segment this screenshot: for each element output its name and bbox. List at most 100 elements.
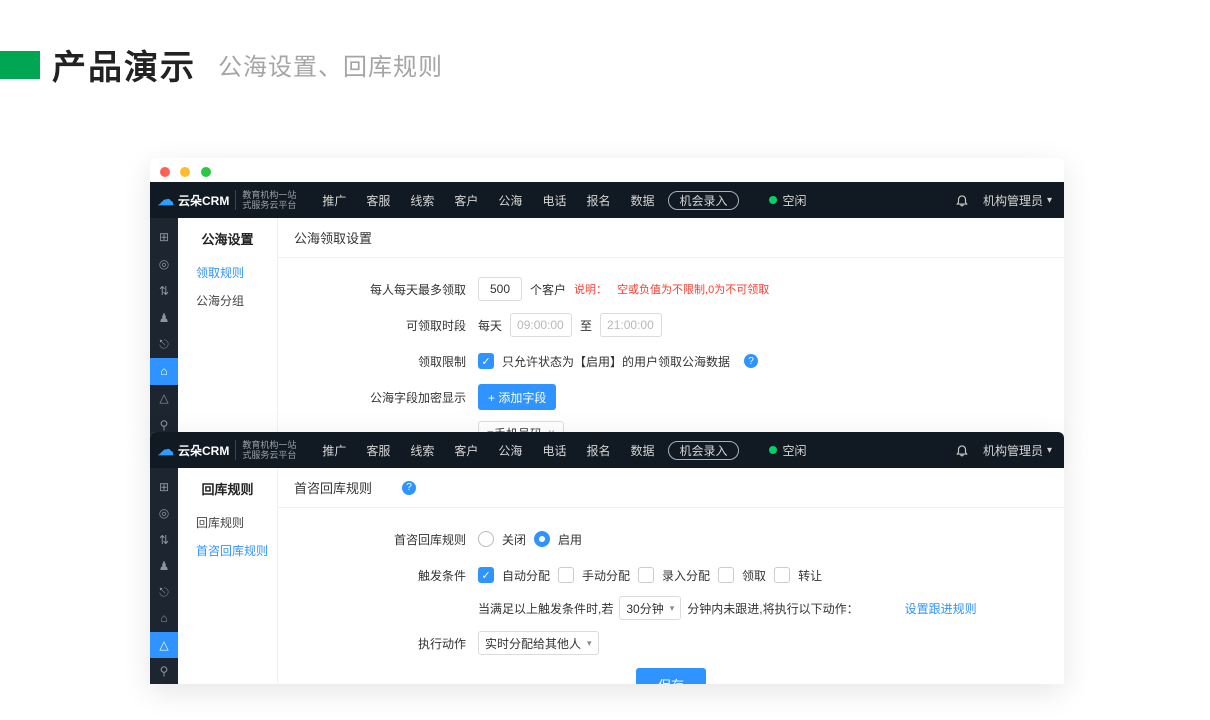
status-dot-icon (769, 446, 777, 454)
unit-text: 个客户 (530, 281, 566, 298)
rail-icon[interactable]: ⊞ (150, 474, 178, 500)
nav-item[interactable]: 公海 (488, 192, 532, 209)
user-label: 机构管理员 (983, 192, 1043, 209)
status-text: 空闲 (783, 442, 807, 459)
content-area: 首咨回库规则 ? 首咨回库规则 关闭 启用 触发条件 ✓自动分配 (278, 468, 1064, 684)
nav-item[interactable]: 公海 (488, 442, 532, 459)
opportunity-entry-button[interactable]: 机会录入 (668, 441, 738, 460)
help-icon[interactable]: ? (744, 354, 758, 368)
rail-icon[interactable]: ♟ (150, 553, 178, 579)
daily-limit-input[interactable] (478, 277, 522, 301)
icon-rail: ⊞ ◎ ⇅ ♟ ⎋ ⌂ △ ⚲ (150, 468, 178, 684)
delay-select[interactable]: 30分钟▾ (619, 596, 681, 620)
time-to-input[interactable] (600, 313, 662, 337)
slide-subtitle: 公海设置、回库规则 (218, 47, 443, 82)
nav-item[interactable]: 电话 (532, 442, 576, 459)
radio-off-label: 关闭 (502, 531, 526, 548)
nav-item[interactable]: 推广 (312, 192, 356, 209)
set-followup-link[interactable]: 设置跟进规则 (905, 600, 977, 617)
status-indicator: 空闲 (769, 442, 807, 459)
user-label: 机构管理员 (983, 442, 1043, 459)
rail-icon[interactable]: ⊞ (150, 224, 178, 251)
nav-item[interactable]: 线索 (400, 442, 444, 459)
radio-off[interactable] (478, 531, 494, 547)
rail-icon[interactable]: ⇅ (150, 527, 178, 553)
checkbox-enabled-only[interactable]: ✓ (478, 353, 494, 369)
bell-icon[interactable] (955, 193, 969, 207)
rail-icon-active[interactable]: ⌂ (150, 358, 178, 385)
nav-item[interactable]: 客户 (444, 192, 488, 209)
sidebar-item-first-consult[interactable]: 首咨回库规则 (178, 536, 277, 564)
save-button[interactable]: 保存 (636, 668, 706, 684)
sidebar: 公海设置 领取规则 公海分组 (178, 218, 278, 438)
add-field-button[interactable]: + 添加字段 (478, 384, 556, 410)
nav-item[interactable]: 报名 (576, 192, 620, 209)
nav-item[interactable]: 客户 (444, 442, 488, 459)
nav-item[interactable]: 报名 (576, 442, 620, 459)
minimize-icon[interactable] (180, 167, 190, 177)
checkbox-transfer[interactable] (774, 567, 790, 583)
logo-text: 云朵CRM (178, 192, 229, 209)
sidebar-item-group[interactable]: 公海分组 (178, 286, 277, 314)
nav-item[interactable]: 客服 (356, 192, 400, 209)
rail-icon[interactable]: ⚲ (150, 658, 178, 684)
window-return-rules: ☁ 云朵CRM 教育机构一站式服务云平台 推广 客服 线索 客户 公海 电话 报… (150, 432, 1064, 684)
nav-item[interactable]: 推广 (312, 442, 356, 459)
logo-text: 云朵CRM (178, 442, 229, 459)
rail-icon[interactable]: ◎ (150, 500, 178, 526)
radio-on[interactable] (534, 531, 550, 547)
accent-bar (0, 51, 40, 79)
to-text: 至 (580, 317, 592, 334)
content-area: 公海领取设置 每人每天最多领取 个客户 说明： 空或负值为不限制,0为不可领取 … (278, 218, 1064, 438)
label-rule: 首咨回库规则 (278, 531, 478, 548)
nav-item[interactable]: 数据 (620, 442, 664, 459)
top-nav: 推广 客服 线索 客户 公海 电话 报名 数据 机会录入 (312, 191, 738, 210)
label-encrypt-fields: 公海字段加密显示 (278, 389, 478, 406)
rail-icon[interactable]: ♟ (150, 304, 178, 331)
user-menu[interactable]: 机构管理员 ▾ (983, 192, 1052, 209)
checkbox-manual[interactable] (558, 567, 574, 583)
rail-icon[interactable]: ⎋ (150, 579, 178, 605)
slide-title: 产品演示 (52, 40, 196, 89)
daily-text: 每天 (478, 317, 502, 334)
nav-item[interactable]: 数据 (620, 192, 664, 209)
logo-tagline: 教育机构一站式服务云平台 (235, 440, 296, 460)
sidebar-item-return-rules[interactable]: 回库规则 (178, 508, 277, 536)
rail-icon[interactable]: ⌂ (150, 605, 178, 631)
label-restriction: 领取限制 (278, 353, 478, 370)
help-icon[interactable]: ? (402, 481, 416, 495)
maximize-icon[interactable] (201, 167, 211, 177)
sidebar-item-claim-rules[interactable]: 领取规则 (178, 258, 277, 286)
content-title: 首咨回库规则 ? (278, 468, 1064, 508)
rail-icon[interactable]: ◎ (150, 251, 178, 278)
status-text: 空闲 (783, 192, 807, 209)
status-indicator: 空闲 (769, 192, 807, 209)
bell-icon[interactable] (955, 443, 969, 457)
window-public-pool: ☁ 云朵CRM 教育机构一站式服务云平台 推广 客服 线索 客户 公海 电话 报… (150, 158, 1064, 438)
action-select[interactable]: 实时分配给其他人▾ (478, 631, 599, 655)
nav-item[interactable]: 客服 (356, 442, 400, 459)
hint-text: 空或负值为不限制,0为不可领取 (617, 281, 769, 297)
checkbox-auto[interactable]: ✓ (478, 567, 494, 583)
logo[interactable]: ☁ 云朵CRM 教育机构一站式服务云平台 (150, 440, 304, 460)
rail-icon[interactable]: △ (150, 385, 178, 412)
time-from-input[interactable] (510, 313, 572, 337)
nav-item[interactable]: 电话 (532, 192, 576, 209)
rail-icon[interactable]: ⎋ (150, 331, 178, 358)
opportunity-entry-button[interactable]: 机会录入 (668, 191, 738, 210)
close-icon[interactable] (160, 167, 170, 177)
hint-label: 说明： (574, 281, 607, 297)
chevron-down-icon: ▾ (587, 638, 592, 649)
checkbox-claim[interactable] (718, 567, 734, 583)
rail-icon-active[interactable]: △ (150, 632, 178, 658)
rail-icon[interactable]: ⇅ (150, 278, 178, 305)
user-menu[interactable]: 机构管理员 ▾ (983, 442, 1052, 459)
trigger-note: 当满足以上触发条件时,若 30分钟▾ 分钟内未跟进,将执行以下动作： 设置跟进规… (478, 596, 1064, 620)
logo[interactable]: ☁ 云朵CRM 教育机构一站式服务云平台 (150, 190, 304, 210)
cloud-icon: ☁ (158, 190, 174, 210)
chevron-down-icon: ▾ (1047, 195, 1052, 206)
nav-item[interactable]: 线索 (400, 192, 444, 209)
radio-on-label: 启用 (558, 531, 582, 548)
checkbox-entry[interactable] (638, 567, 654, 583)
top-bar: ☁ 云朵CRM 教育机构一站式服务云平台 推广 客服 线索 客户 公海 电话 报… (150, 432, 1064, 468)
